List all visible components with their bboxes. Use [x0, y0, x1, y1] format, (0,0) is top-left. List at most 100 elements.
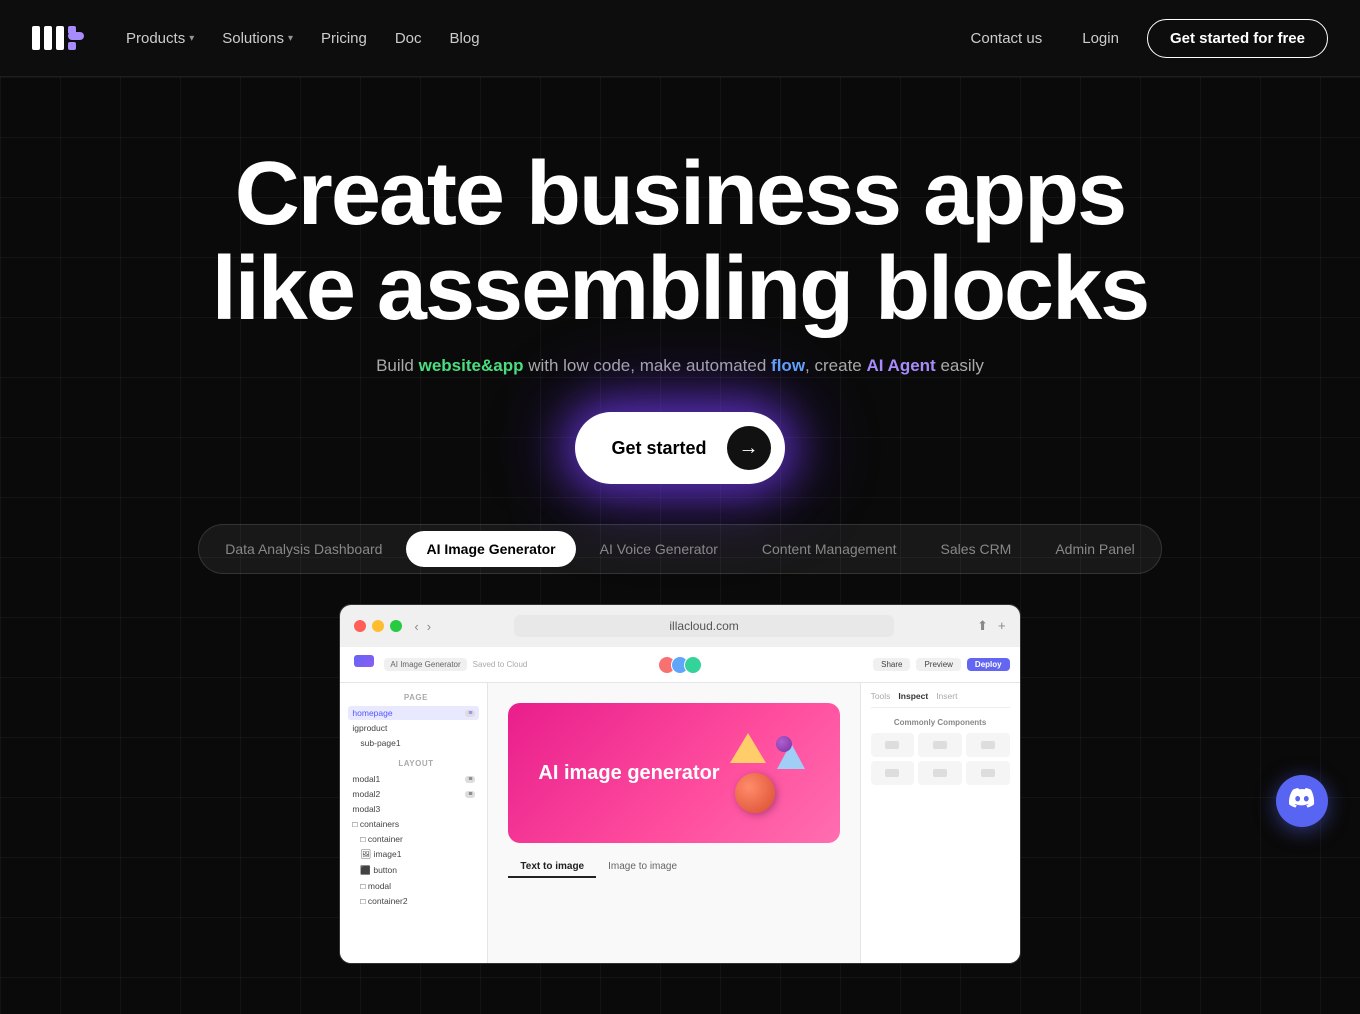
app-main-tabs: Text to image Image to image: [508, 857, 689, 878]
right-panel-section-label: Commonly Components: [871, 718, 1010, 727]
sidebar-component-button[interactable]: ⬛ button: [348, 863, 479, 878]
share-icon: ⬆: [977, 618, 988, 634]
plus-icon: +: [998, 618, 1006, 634]
tab-ai-image-generator[interactable]: AI Image Generator: [406, 531, 575, 567]
app-logo-box: [354, 655, 374, 667]
browser-url-bar: illacloud.com: [514, 615, 894, 637]
toolbar-icons: [658, 656, 702, 674]
app-banner: AI image generator: [508, 703, 839, 843]
right-tab-inspect[interactable]: Inspect: [898, 691, 928, 701]
highlight-ai-agent: AI Agent: [866, 356, 935, 375]
saved-status: Saved to Cloud: [473, 660, 528, 669]
browser-actions: ⬆ +: [977, 618, 1006, 634]
login-button[interactable]: Login: [1070, 24, 1131, 53]
nav-right: Contact us Login Get started for free: [959, 19, 1328, 58]
sidebar-page-homepage[interactable]: homepage ≡: [348, 706, 479, 720]
sidebar-layout-containers[interactable]: □ containers: [348, 817, 479, 831]
pyramid-shape: [730, 733, 766, 763]
chevron-down-icon: ▾: [189, 33, 194, 44]
component-box-4: [871, 761, 915, 785]
nav-links: Products ▾ Solutions ▾ Pricing Doc Blog: [116, 24, 490, 53]
tab-admin-panel[interactable]: Admin Panel: [1035, 531, 1154, 567]
logo[interactable]: [32, 24, 84, 52]
contact-button[interactable]: Contact us: [959, 24, 1055, 53]
app-name-pill: AI Image Generator: [384, 658, 466, 671]
highlight-website-app: website&app: [419, 356, 524, 375]
avatar-group: [658, 656, 702, 674]
component-box-2: [918, 733, 962, 757]
sidebar-page-sub1[interactable]: sub-page1: [348, 736, 479, 750]
sphere-shape: [735, 773, 775, 813]
hero-section: Create business apps like assembling blo…: [0, 77, 1360, 1014]
sidebar-component-image[interactable]: 🖼 image1: [348, 847, 479, 862]
app-top-bar-left: AI Image Generator Saved to Cloud: [350, 653, 658, 677]
nav-left: Products ▾ Solutions ▾ Pricing Doc Blog: [32, 24, 490, 53]
nav-item-solutions[interactable]: Solutions ▾: [212, 24, 303, 53]
app-logo-small: [350, 653, 378, 669]
badge-modal1: ≡: [465, 776, 475, 783]
app-right-panel: Tools Inspect Insert Commonly Components: [860, 683, 1020, 963]
hero-title: Create business apps like assembling blo…: [212, 147, 1148, 336]
get-started-nav-button[interactable]: Get started for free: [1147, 19, 1328, 58]
app-screenshot-frame: ‹ › illacloud.com ⬆ + AI Image Generator: [339, 604, 1020, 964]
banner-text: AI image generator: [538, 762, 719, 785]
sidebar-component-container[interactable]: □ container: [348, 832, 479, 846]
share-button-small[interactable]: Share: [873, 658, 910, 671]
cta-wrapper: Get started →: [575, 412, 784, 484]
hero-subtitle: Build website&app with low code, make au…: [376, 356, 984, 376]
nav-item-doc[interactable]: Doc: [385, 24, 432, 53]
dot-maximize: [390, 620, 402, 632]
get-started-hero-button[interactable]: Get started →: [575, 412, 784, 484]
browser-dots: [354, 620, 402, 632]
sidebar-page-igproduct[interactable]: igproduct: [348, 721, 479, 735]
tab-data-analysis[interactable]: Data Analysis Dashboard: [205, 531, 402, 567]
tabs-section: Data Analysis Dashboard AI Image Generat…: [198, 524, 1161, 574]
arrow-icon: →: [727, 426, 771, 470]
deploy-button-small[interactable]: Deploy: [967, 658, 1010, 671]
dot-minimize: [372, 620, 384, 632]
right-panel-tabs: Tools Inspect Insert: [871, 691, 1010, 708]
discord-icon: [1289, 788, 1315, 814]
back-icon: ‹: [414, 619, 418, 634]
sidebar-layout-modal2[interactable]: modal2 ≡: [348, 787, 479, 801]
sidebar-layout-modal3[interactable]: modal3: [348, 802, 479, 816]
nav-item-pricing[interactable]: Pricing: [311, 24, 377, 53]
navbar: Products ▾ Solutions ▾ Pricing Doc Blog …: [0, 0, 1360, 77]
app-top-bar-center: [658, 656, 702, 674]
component-box-6: [966, 761, 1010, 785]
page-section-label: PAGE: [348, 693, 479, 702]
nav-item-products[interactable]: Products ▾: [116, 24, 204, 53]
banner-3d-decoration: [720, 728, 810, 818]
app-top-bar: AI Image Generator Saved to Cloud Share: [340, 647, 1019, 683]
right-tab-tools[interactable]: Tools: [871, 691, 891, 701]
highlight-flow: flow: [771, 356, 805, 375]
nav-item-blog[interactable]: Blog: [440, 24, 490, 53]
tab-content-management[interactable]: Content Management: [742, 531, 917, 567]
browser-nav-buttons: ‹ ›: [414, 619, 431, 634]
dot-close: [354, 620, 366, 632]
sidebar-layout-modal1[interactable]: modal1 ≡: [348, 772, 479, 786]
app-tab-text-to-image[interactable]: Text to image: [508, 857, 596, 878]
component-box-1: [871, 733, 915, 757]
app-top-bar-right: Share Preview Deploy: [702, 658, 1010, 671]
screenshot-section: ‹ › illacloud.com ⬆ + AI Image Generator: [259, 604, 1100, 964]
small-sphere-shape: [776, 736, 792, 752]
tab-ai-voice-generator[interactable]: AI Voice Generator: [580, 531, 738, 567]
right-tab-insert[interactable]: Insert: [936, 691, 957, 701]
tab-sales-crm[interactable]: Sales CRM: [921, 531, 1032, 567]
preview-button-small[interactable]: Preview: [916, 658, 960, 671]
sidebar-component-modal[interactable]: □ modal: [348, 879, 479, 893]
app-main-canvas: AI image generator Text to image Image t…: [488, 683, 859, 963]
layout-section-label: LAYOUT: [348, 759, 479, 768]
tabs-bar: Data Analysis Dashboard AI Image Generat…: [198, 524, 1161, 574]
component-grid: [871, 733, 1010, 785]
sidebar-component-container2[interactable]: □ container2: [348, 894, 479, 908]
forward-icon: ›: [427, 619, 431, 634]
discord-fab-button[interactable]: [1276, 775, 1328, 827]
app-tab-image-to-image[interactable]: Image to image: [596, 857, 689, 878]
browser-bar: ‹ › illacloud.com ⬆ +: [340, 605, 1019, 647]
badge-homepage: ≡: [465, 710, 475, 717]
chevron-down-icon: ▾: [288, 33, 293, 44]
app-body: PAGE homepage ≡ igproduct sub-page1 LAYO…: [340, 683, 1019, 963]
component-box-3: [966, 733, 1010, 757]
